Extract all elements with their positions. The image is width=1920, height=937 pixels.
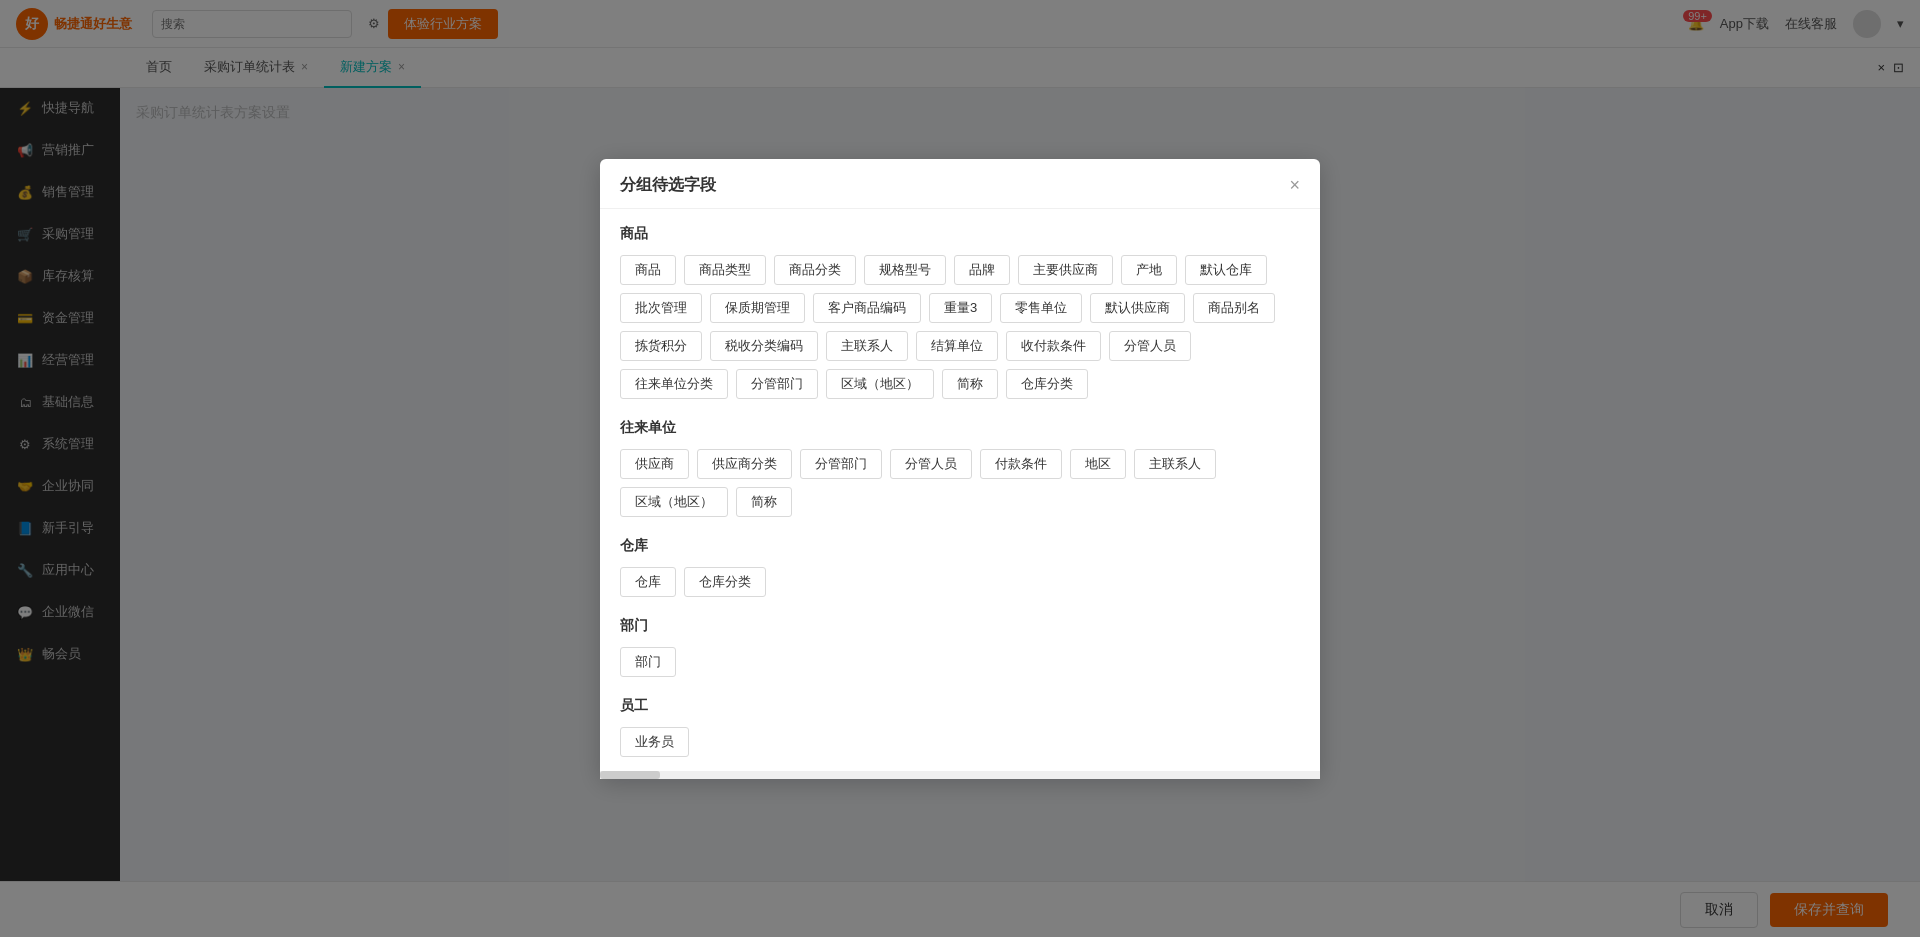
field-tag-0-25[interactable]: 仓库分类 (1006, 369, 1088, 399)
field-tag-1-4[interactable]: 付款条件 (980, 449, 1062, 479)
field-tag-0-11[interactable]: 重量3 (929, 293, 992, 323)
field-tag-0-23[interactable]: 区域（地区） (826, 369, 934, 399)
field-tag-0-12[interactable]: 零售单位 (1000, 293, 1082, 323)
field-tag-0-2[interactable]: 商品分类 (774, 255, 856, 285)
dialog-title: 分组待选字段 (620, 175, 716, 196)
field-tag-1-2[interactable]: 分管部门 (800, 449, 882, 479)
field-tags-3: 部门 (620, 647, 1300, 677)
field-tag-1-5[interactable]: 地区 (1070, 449, 1126, 479)
dialog-horizontal-scrollbar[interactable] (600, 771, 1320, 779)
field-tags-1: 供应商供应商分类分管部门分管人员付款条件地区主联系人区域（地区） 简称 (620, 449, 1300, 517)
field-tag-0-9[interactable]: 保质期管理 (710, 293, 805, 323)
field-tag-0-22[interactable]: 分管部门 (736, 369, 818, 399)
dialog-hscroll-thumb[interactable] (600, 771, 660, 779)
field-tag-1-8[interactable]: 简称 (736, 487, 792, 517)
field-tag-0-19[interactable]: 收付款条件 (1006, 331, 1101, 361)
field-tags-0: 商品商品类型商品分类规格型号品牌主要供应商产地默认仓库批次管理保质期管理客户商品… (620, 255, 1300, 399)
field-group-0: 商品商品商品类型商品分类规格型号品牌主要供应商产地默认仓库批次管理保质期管理客户… (620, 225, 1300, 399)
field-tags-4: 业务员 (620, 727, 1300, 757)
field-tag-1-7[interactable]: 区域（地区） (620, 487, 728, 517)
field-tag-0-17[interactable]: 主联系人 (826, 331, 908, 361)
field-tag-4-0[interactable]: 业务员 (620, 727, 689, 757)
dialog-close-button[interactable]: × (1289, 175, 1300, 196)
field-tag-0-3[interactable]: 规格型号 (864, 255, 946, 285)
field-tag-0-13[interactable]: 默认供应商 (1090, 293, 1185, 323)
field-tag-1-0[interactable]: 供应商 (620, 449, 689, 479)
field-tag-0-5[interactable]: 主要供应商 (1018, 255, 1113, 285)
field-tag-0-7[interactable]: 默认仓库 (1185, 255, 1267, 285)
field-tag-2-0[interactable]: 仓库 (620, 567, 676, 597)
dialog-body[interactable]: 商品商品商品类型商品分类规格型号品牌主要供应商产地默认仓库批次管理保质期管理客户… (600, 209, 1320, 771)
field-tag-0-8[interactable]: 批次管理 (620, 293, 702, 323)
field-tag-0-16[interactable]: 税收分类编码 (710, 331, 818, 361)
field-tag-0-18[interactable]: 结算单位 (916, 331, 998, 361)
field-tag-0-21[interactable]: 往来单位分类 (620, 369, 728, 399)
field-tag-0-15[interactable]: 拣货积分 (620, 331, 702, 361)
field-tag-3-0[interactable]: 部门 (620, 647, 676, 677)
field-group-4: 员工业务员 (620, 697, 1300, 757)
field-tag-1-1[interactable]: 供应商分类 (697, 449, 792, 479)
group-title-4: 员工 (620, 697, 1300, 715)
field-group-2: 仓库仓库仓库分类 (620, 537, 1300, 597)
field-group-3: 部门部门 (620, 617, 1300, 677)
field-tag-1-3[interactable]: 分管人员 (890, 449, 972, 479)
field-tag-0-10[interactable]: 客户商品编码 (813, 293, 921, 323)
group-title-0: 商品 (620, 225, 1300, 243)
group-title-1: 往来单位 (620, 419, 1300, 437)
dialog-overlay: 分组待选字段 × 商品商品商品类型商品分类规格型号品牌主要供应商产地默认仓库批次… (0, 0, 1920, 937)
group-title-2: 仓库 (620, 537, 1300, 555)
dialog-header: 分组待选字段 × (600, 159, 1320, 209)
field-tag-1-6[interactable]: 主联系人 (1134, 449, 1216, 479)
field-tag-2-1[interactable]: 仓库分类 (684, 567, 766, 597)
field-tag-0-1[interactable]: 商品类型 (684, 255, 766, 285)
field-selection-dialog: 分组待选字段 × 商品商品商品类型商品分类规格型号品牌主要供应商产地默认仓库批次… (600, 159, 1320, 779)
field-tag-0-20[interactable]: 分管人员 (1109, 331, 1191, 361)
field-tag-0-4[interactable]: 品牌 (954, 255, 1010, 285)
field-tag-0-0[interactable]: 商品 (620, 255, 676, 285)
field-tag-0-6[interactable]: 产地 (1121, 255, 1177, 285)
field-tag-0-14[interactable]: 商品别名 (1193, 293, 1275, 323)
field-tag-0-24[interactable]: 简称 (942, 369, 998, 399)
group-title-3: 部门 (620, 617, 1300, 635)
field-group-1: 往来单位供应商供应商分类分管部门分管人员付款条件地区主联系人区域（地区） 简称 (620, 419, 1300, 517)
field-tags-2: 仓库仓库分类 (620, 567, 1300, 597)
